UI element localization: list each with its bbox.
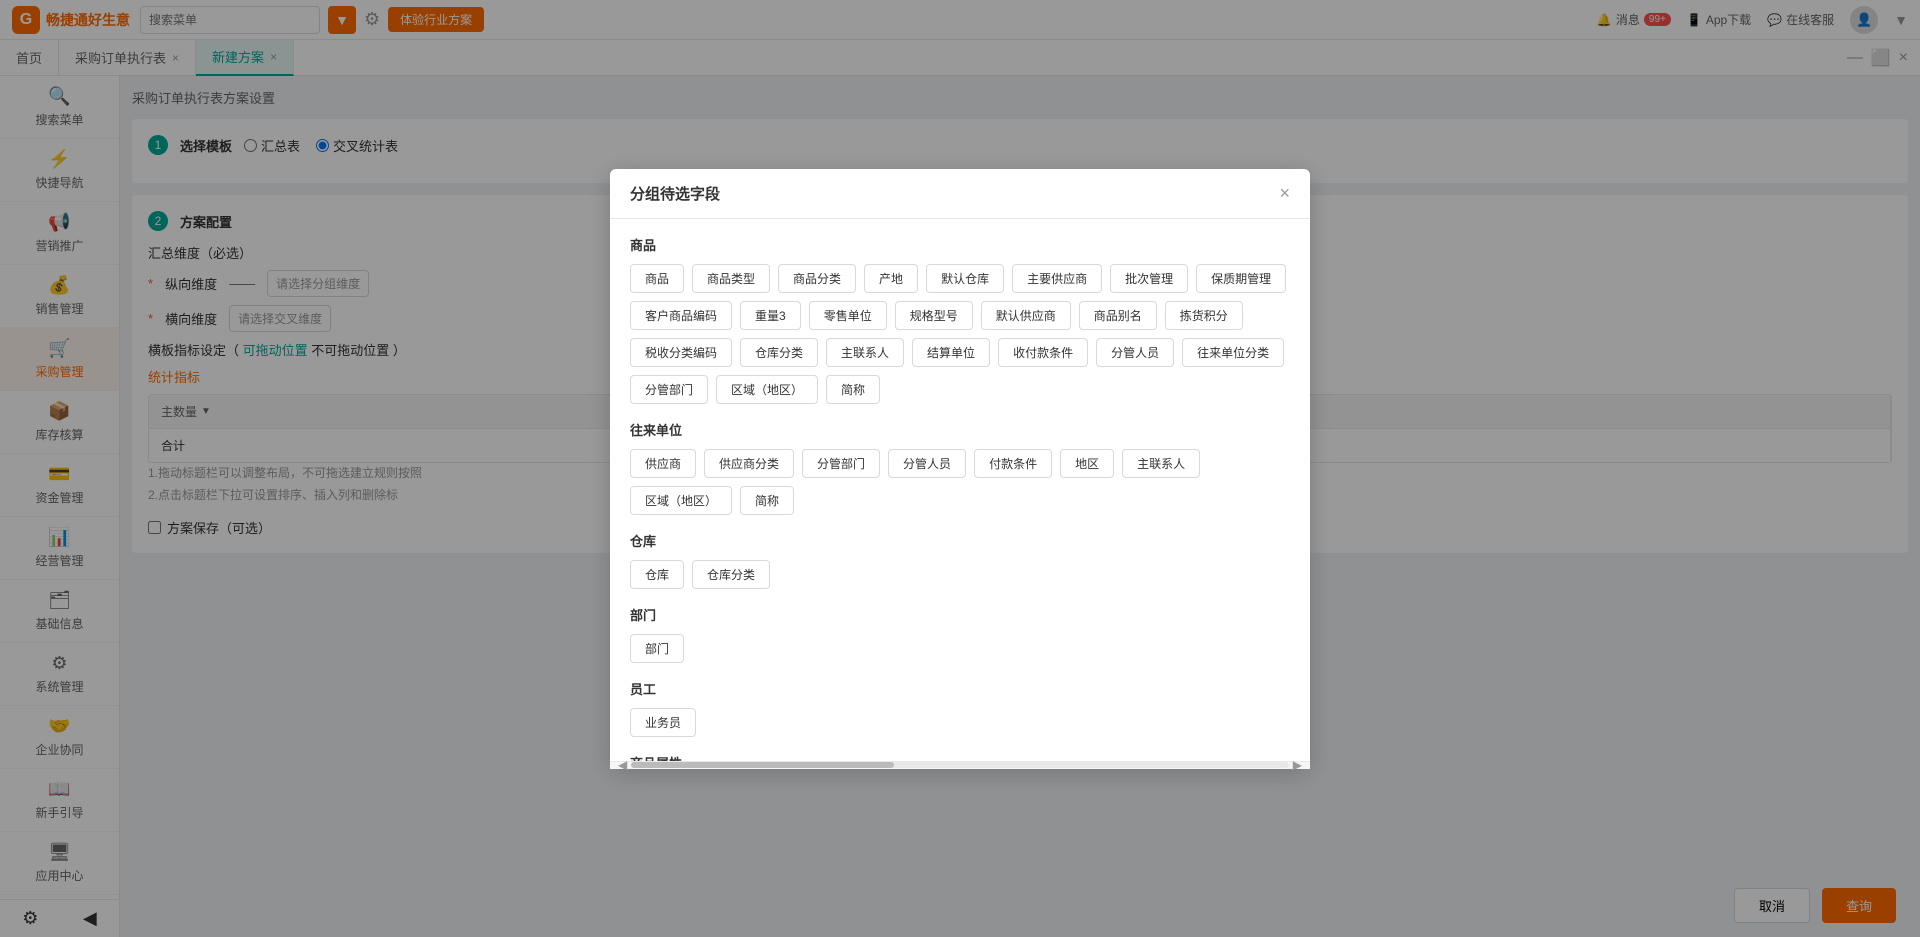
field-tag[interactable]: 分管部门: [802, 449, 880, 478]
field-tag[interactable]: 商品: [630, 264, 684, 293]
field-tag[interactable]: 业务员: [630, 708, 696, 737]
modal-header: 分组待选字段 ×: [610, 169, 1310, 219]
field-tag[interactable]: 产地: [864, 264, 918, 293]
modal-title: 分组待选字段: [630, 183, 720, 204]
field-tag[interactable]: 供应商分类: [704, 449, 794, 478]
field-tag[interactable]: 默认供应商: [981, 301, 1071, 330]
modal: 分组待选字段 × 商品商品商品类型商品分类产地默认仓库主要供应商批次管理保质期管…: [610, 169, 1310, 769]
field-tag[interactable]: 商品分类: [778, 264, 856, 293]
section-title-员工: 员工: [630, 679, 1290, 698]
field-tag[interactable]: 默认仓库: [926, 264, 1004, 293]
field-tag[interactable]: 区域（地区）: [716, 375, 818, 404]
section-title-部门: 部门: [630, 605, 1290, 624]
field-tag[interactable]: 主要供应商: [1012, 264, 1102, 293]
scrollbar-track: [631, 762, 1289, 768]
field-tag[interactable]: 仓库: [630, 560, 684, 589]
field-tag[interactable]: 批次管理: [1110, 264, 1188, 293]
field-tag[interactable]: 规格型号: [895, 301, 973, 330]
section-title-商品: 商品: [630, 235, 1290, 254]
field-tag[interactable]: 主联系人: [826, 338, 904, 367]
field-tag[interactable]: 商品别名: [1079, 301, 1157, 330]
field-tag[interactable]: 商品类型: [692, 264, 770, 293]
field-tag[interactable]: 重量3: [740, 301, 801, 330]
scroll-left-arrow[interactable]: ◀: [614, 758, 631, 772]
scrollbar-thumb: [631, 762, 894, 768]
field-group-部门: 部门: [630, 634, 1290, 663]
field-group-仓库: 仓库仓库分类: [630, 560, 1290, 589]
field-tag[interactable]: 结算单位: [912, 338, 990, 367]
field-tag[interactable]: 往来单位分类: [1182, 338, 1284, 367]
field-tag[interactable]: 部门: [630, 634, 684, 663]
field-tag[interactable]: 仓库分类: [740, 338, 818, 367]
modal-close-button[interactable]: ×: [1279, 183, 1290, 204]
field-tag[interactable]: 区域（地区）: [630, 486, 732, 515]
field-tag[interactable]: 主联系人: [1122, 449, 1200, 478]
field-group-员工: 业务员: [630, 708, 1290, 737]
modal-overlay: 分组待选字段 × 商品商品商品类型商品分类产地默认仓库主要供应商批次管理保质期管…: [0, 0, 1920, 937]
field-tag[interactable]: 付款条件: [974, 449, 1052, 478]
modal-body: 商品商品商品类型商品分类产地默认仓库主要供应商批次管理保质期管理客户商品编码重量…: [610, 219, 1310, 761]
section-title-仓库: 仓库: [630, 531, 1290, 550]
field-tag[interactable]: 分管部门: [630, 375, 708, 404]
field-tag[interactable]: 分管人员: [888, 449, 966, 478]
field-tag[interactable]: 地区: [1060, 449, 1114, 478]
scroll-right-arrow[interactable]: ▶: [1289, 758, 1306, 772]
section-title-往来单位: 往来单位: [630, 420, 1290, 439]
field-group-商品: 商品商品类型商品分类产地默认仓库主要供应商批次管理保质期管理客户商品编码重量3 零…: [630, 264, 1290, 404]
section-title-商品属性: 商品属性: [630, 753, 1290, 761]
field-group-往来单位: 供应商供应商分类分管部门分管人员付款条件地区主联系人区域（地区） 简称: [630, 449, 1290, 515]
field-tag[interactable]: 仓库分类: [692, 560, 770, 589]
field-tag[interactable]: 拣货积分: [1165, 301, 1243, 330]
field-tag[interactable]: 收付款条件: [998, 338, 1088, 367]
field-tag[interactable]: 税收分类编码: [630, 338, 732, 367]
field-tag[interactable]: 客户商品编码: [630, 301, 732, 330]
field-tag[interactable]: 分管人员: [1096, 338, 1174, 367]
field-tag[interactable]: 简称: [740, 486, 794, 515]
field-tag[interactable]: 保质期管理: [1196, 264, 1286, 293]
field-tag[interactable]: 供应商: [630, 449, 696, 478]
field-tag[interactable]: 简称: [826, 375, 880, 404]
field-tag[interactable]: 零售单位: [809, 301, 887, 330]
modal-horizontal-scrollbar[interactable]: ◀ ▶: [610, 761, 1310, 769]
